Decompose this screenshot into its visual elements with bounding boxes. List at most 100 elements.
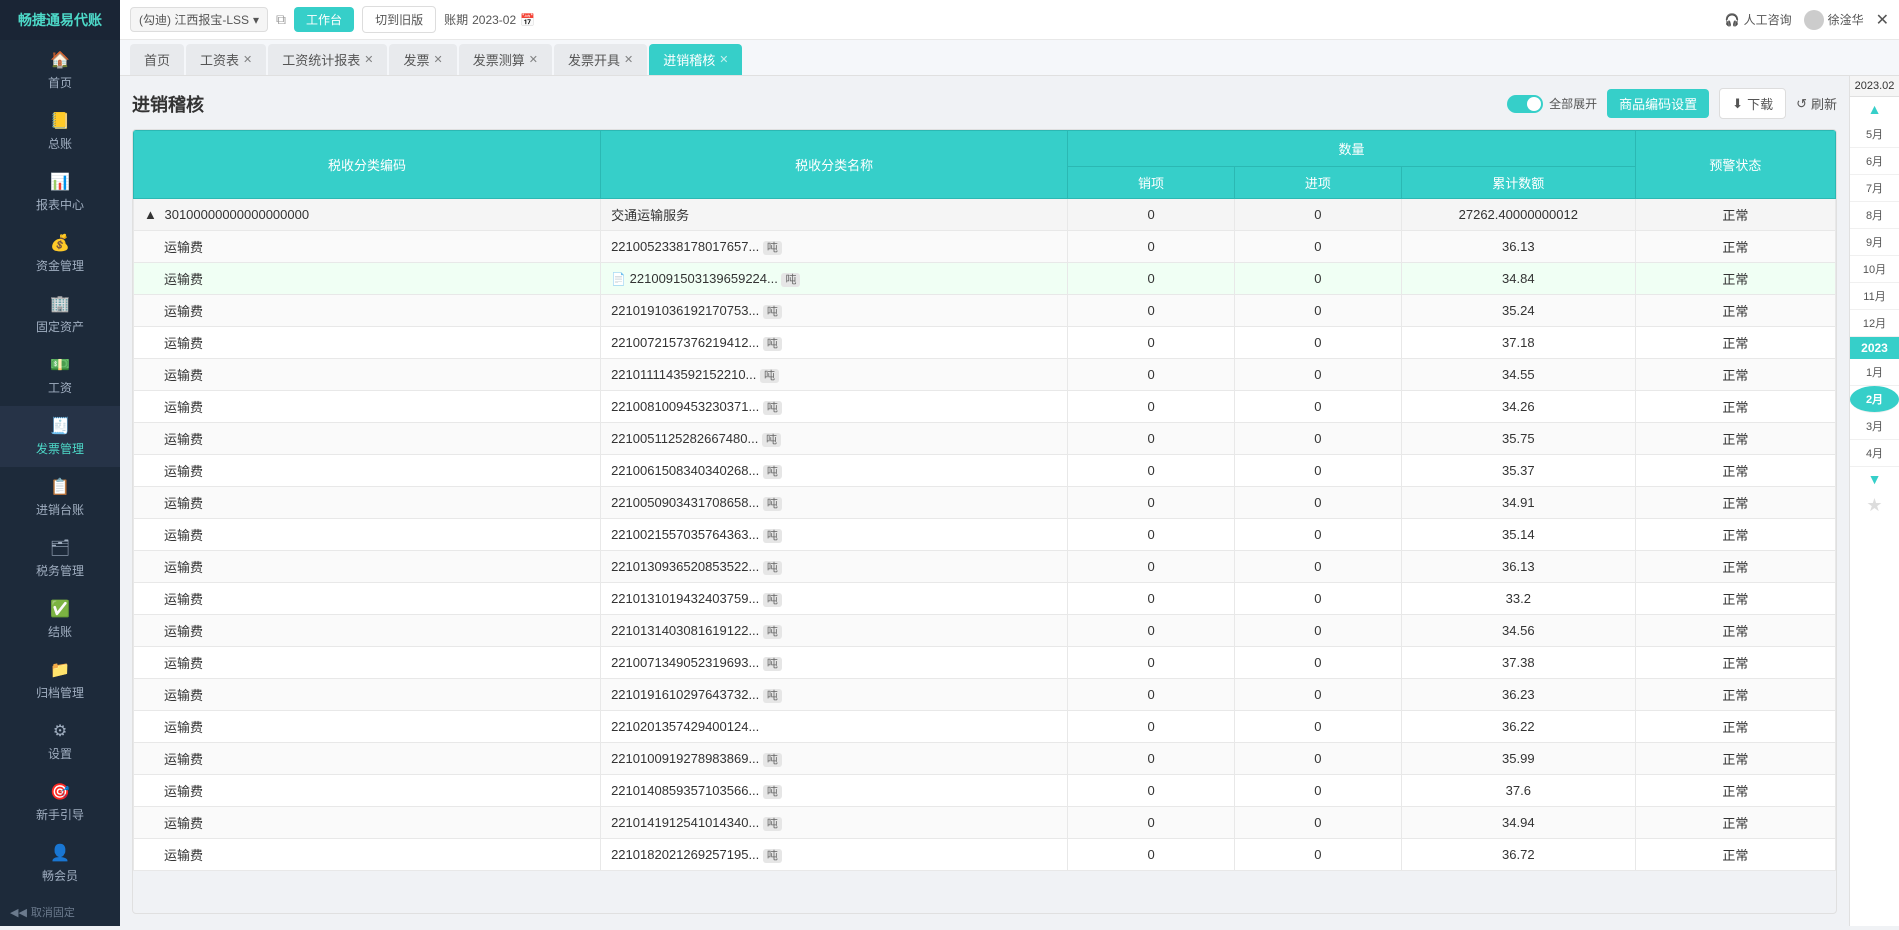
cell-invoice: 2210021557035764363... 吨: [601, 519, 1068, 551]
tab-jxjh[interactable]: 进销稽核 ✕: [649, 44, 742, 75]
tab-salary-table[interactable]: 工资表 ✕: [186, 44, 266, 75]
month-7[interactable]: 7月: [1850, 175, 1899, 202]
cell-status: 正常: [1635, 519, 1835, 551]
table-row: 运输费 2210182021269257195... 吨 0 0 36.72 正…: [134, 839, 1836, 871]
tab-invoice-issue[interactable]: 发票开具 ✕: [554, 44, 647, 75]
workspace-button[interactable]: 工作台: [294, 7, 354, 32]
sidebar-item-reports[interactable]: 📊 报表中心: [0, 162, 120, 223]
sidebar-item-sales[interactable]: 📋 进销台账: [0, 467, 120, 528]
year-up-arrow[interactable]: ▲: [1868, 101, 1882, 117]
sidebar-item-member[interactable]: 👤 畅会员: [0, 833, 120, 894]
sidebar-item-settings[interactable]: ⚙ 设置: [0, 711, 120, 772]
cell-invoice: 📄 2210091503139659224... 吨: [601, 263, 1068, 295]
download-icon: ⬇: [1732, 96, 1743, 112]
cell-leiji: 37.6: [1401, 775, 1635, 807]
pin-toggle[interactable]: ◀◀ 取消固定: [0, 894, 120, 930]
tab-close-salary[interactable]: ✕: [243, 53, 252, 66]
help-button[interactable]: 🎧 人工咨询: [1725, 11, 1792, 28]
cell-leiji: 33.2: [1401, 583, 1635, 615]
cell-label: 运输费: [134, 231, 601, 263]
tab-invoice-calc[interactable]: 发票测算 ✕: [459, 44, 552, 75]
cell-jinxiang: 0: [1234, 615, 1401, 647]
switch-old-button[interactable]: 切到旧版: [362, 6, 436, 33]
month-10[interactable]: 10月: [1850, 256, 1899, 283]
month-9[interactable]: 9月: [1850, 229, 1899, 256]
cell-invoice: 2210061508340340268... 吨: [601, 455, 1068, 487]
tab-invoice[interactable]: 发票 ✕: [389, 44, 456, 75]
month-6[interactable]: 6月: [1850, 148, 1899, 175]
cell-jinxiang: 0: [1234, 231, 1401, 263]
cell-xiaoxiang: 0: [1068, 807, 1235, 839]
cell-leiji: 36.72: [1401, 839, 1635, 871]
cell-xiaoxiang: 0: [1068, 295, 1235, 327]
copy-icon[interactable]: ⧉: [276, 11, 286, 28]
tab-close-salary-report[interactable]: ✕: [364, 53, 373, 66]
tab-close-jxjh[interactable]: ✕: [719, 53, 728, 66]
tab-close-invoice-issue[interactable]: ✕: [624, 53, 633, 66]
th-jinxiang: 进项: [1234, 167, 1401, 199]
download-button[interactable]: ⬇ 下载: [1719, 88, 1786, 119]
sidebar-item-archive[interactable]: 📁 归档管理: [0, 650, 120, 711]
headset-icon: 🎧: [1725, 13, 1740, 27]
invoice-icon: 🧾: [50, 416, 70, 436]
th-quantity: 数量: [1068, 131, 1636, 167]
cell-status: 正常: [1635, 551, 1835, 583]
cell-label: 运输费: [134, 807, 601, 839]
cell-invoice: 2210130936520853522... 吨: [601, 551, 1068, 583]
sidebar-item-guide[interactable]: 🎯 新手引导: [0, 772, 120, 833]
period-label: 账期: [444, 11, 468, 28]
unit-tag: 吨: [763, 593, 782, 607]
expand-label: 全部展开: [1549, 95, 1597, 112]
month-2-active[interactable]: 2月: [1850, 386, 1899, 413]
cell-status: 正常: [1635, 359, 1835, 391]
cell-xiaoxiang: 0: [1068, 743, 1235, 775]
sidebar-item-assets[interactable]: 🏢 固定资产: [0, 284, 120, 345]
month-11[interactable]: 11月: [1850, 283, 1899, 310]
cell-label: 运输费: [134, 615, 601, 647]
cell-status: 正常: [1635, 487, 1835, 519]
sidebar-item-ledger[interactable]: 📒 总账: [0, 101, 120, 162]
cell-xiaoxiang: 0: [1068, 231, 1235, 263]
refresh-button[interactable]: ↺ 刷新: [1796, 94, 1837, 113]
month-5[interactable]: 5月: [1850, 121, 1899, 148]
tab-salary-report[interactable]: 工资统计报表 ✕: [268, 44, 387, 75]
sidebar-item-salary[interactable]: 💵 工资: [0, 345, 120, 406]
cell-xiaoxiang: 0: [1068, 647, 1235, 679]
tab-home[interactable]: 首页: [130, 44, 184, 75]
period-selector[interactable]: 账期 2023-02 📅: [444, 11, 535, 28]
ledger-icon: 📒: [50, 111, 70, 131]
sidebar-item-tax[interactable]: 🗂 税务管理: [0, 528, 120, 589]
tab-close-invoice[interactable]: ✕: [434, 53, 443, 66]
cell-leiji: 34.84: [1401, 263, 1635, 295]
table-row: 运输费 2210072157376219412... 吨 0 0 37.18 正…: [134, 327, 1836, 359]
cell-jinxiang: 0: [1234, 487, 1401, 519]
unit-tag: 吨: [763, 785, 782, 799]
sidebar-item-invoice[interactable]: 🧾 发票管理: [0, 406, 120, 467]
cell-jinxiang: 0: [1234, 455, 1401, 487]
cell-xiaoxiang: 0: [1068, 551, 1235, 583]
table-row: 运输费 📄 2210091503139659224... 吨 0 0 34.84…: [134, 263, 1836, 295]
expand-toggle[interactable]: [1507, 95, 1543, 113]
sidebar-item-funds[interactable]: 💰 资金管理: [0, 223, 120, 284]
month-12[interactable]: 12月: [1850, 310, 1899, 337]
month-4[interactable]: 4月: [1850, 440, 1899, 467]
close-button[interactable]: ✕: [1876, 10, 1889, 30]
year-down-arrow[interactable]: ▼: [1868, 471, 1882, 487]
sidebar-item-close[interactable]: ✅ 结账: [0, 589, 120, 650]
settings-button[interactable]: 商品编码设置: [1607, 89, 1709, 118]
sidebar-item-home[interactable]: 🏠 首页: [0, 40, 120, 101]
table-row: ▲ 30100000000000000000 交通运输服务 0 0 27262.…: [134, 199, 1836, 231]
th-xiaoxiang: 销项: [1068, 167, 1235, 199]
user-menu[interactable]: 徐淦华: [1804, 10, 1864, 30]
tab-close-invoice-calc[interactable]: ✕: [529, 53, 538, 66]
table-row: 运输费 2210201357429400124... 0 0 36.22 正常: [134, 711, 1836, 743]
company-selector[interactable]: (勾迪) 江西报宝-LSS ▾: [130, 7, 268, 32]
cell-leiji: 35.99: [1401, 743, 1635, 775]
expand-icon[interactable]: ▲: [144, 207, 157, 222]
table-row: 运输费 2210051125282667480... 吨 0 0 35.75 正…: [134, 423, 1836, 455]
month-1[interactable]: 1月: [1850, 359, 1899, 386]
month-8[interactable]: 8月: [1850, 202, 1899, 229]
content-area: 进销稽核 全部展开 商品编码设置 ⬇ 下载 ↺ 刷新: [120, 76, 1849, 926]
star-icon[interactable]: ★: [1866, 495, 1882, 516]
month-3[interactable]: 3月: [1850, 413, 1899, 440]
